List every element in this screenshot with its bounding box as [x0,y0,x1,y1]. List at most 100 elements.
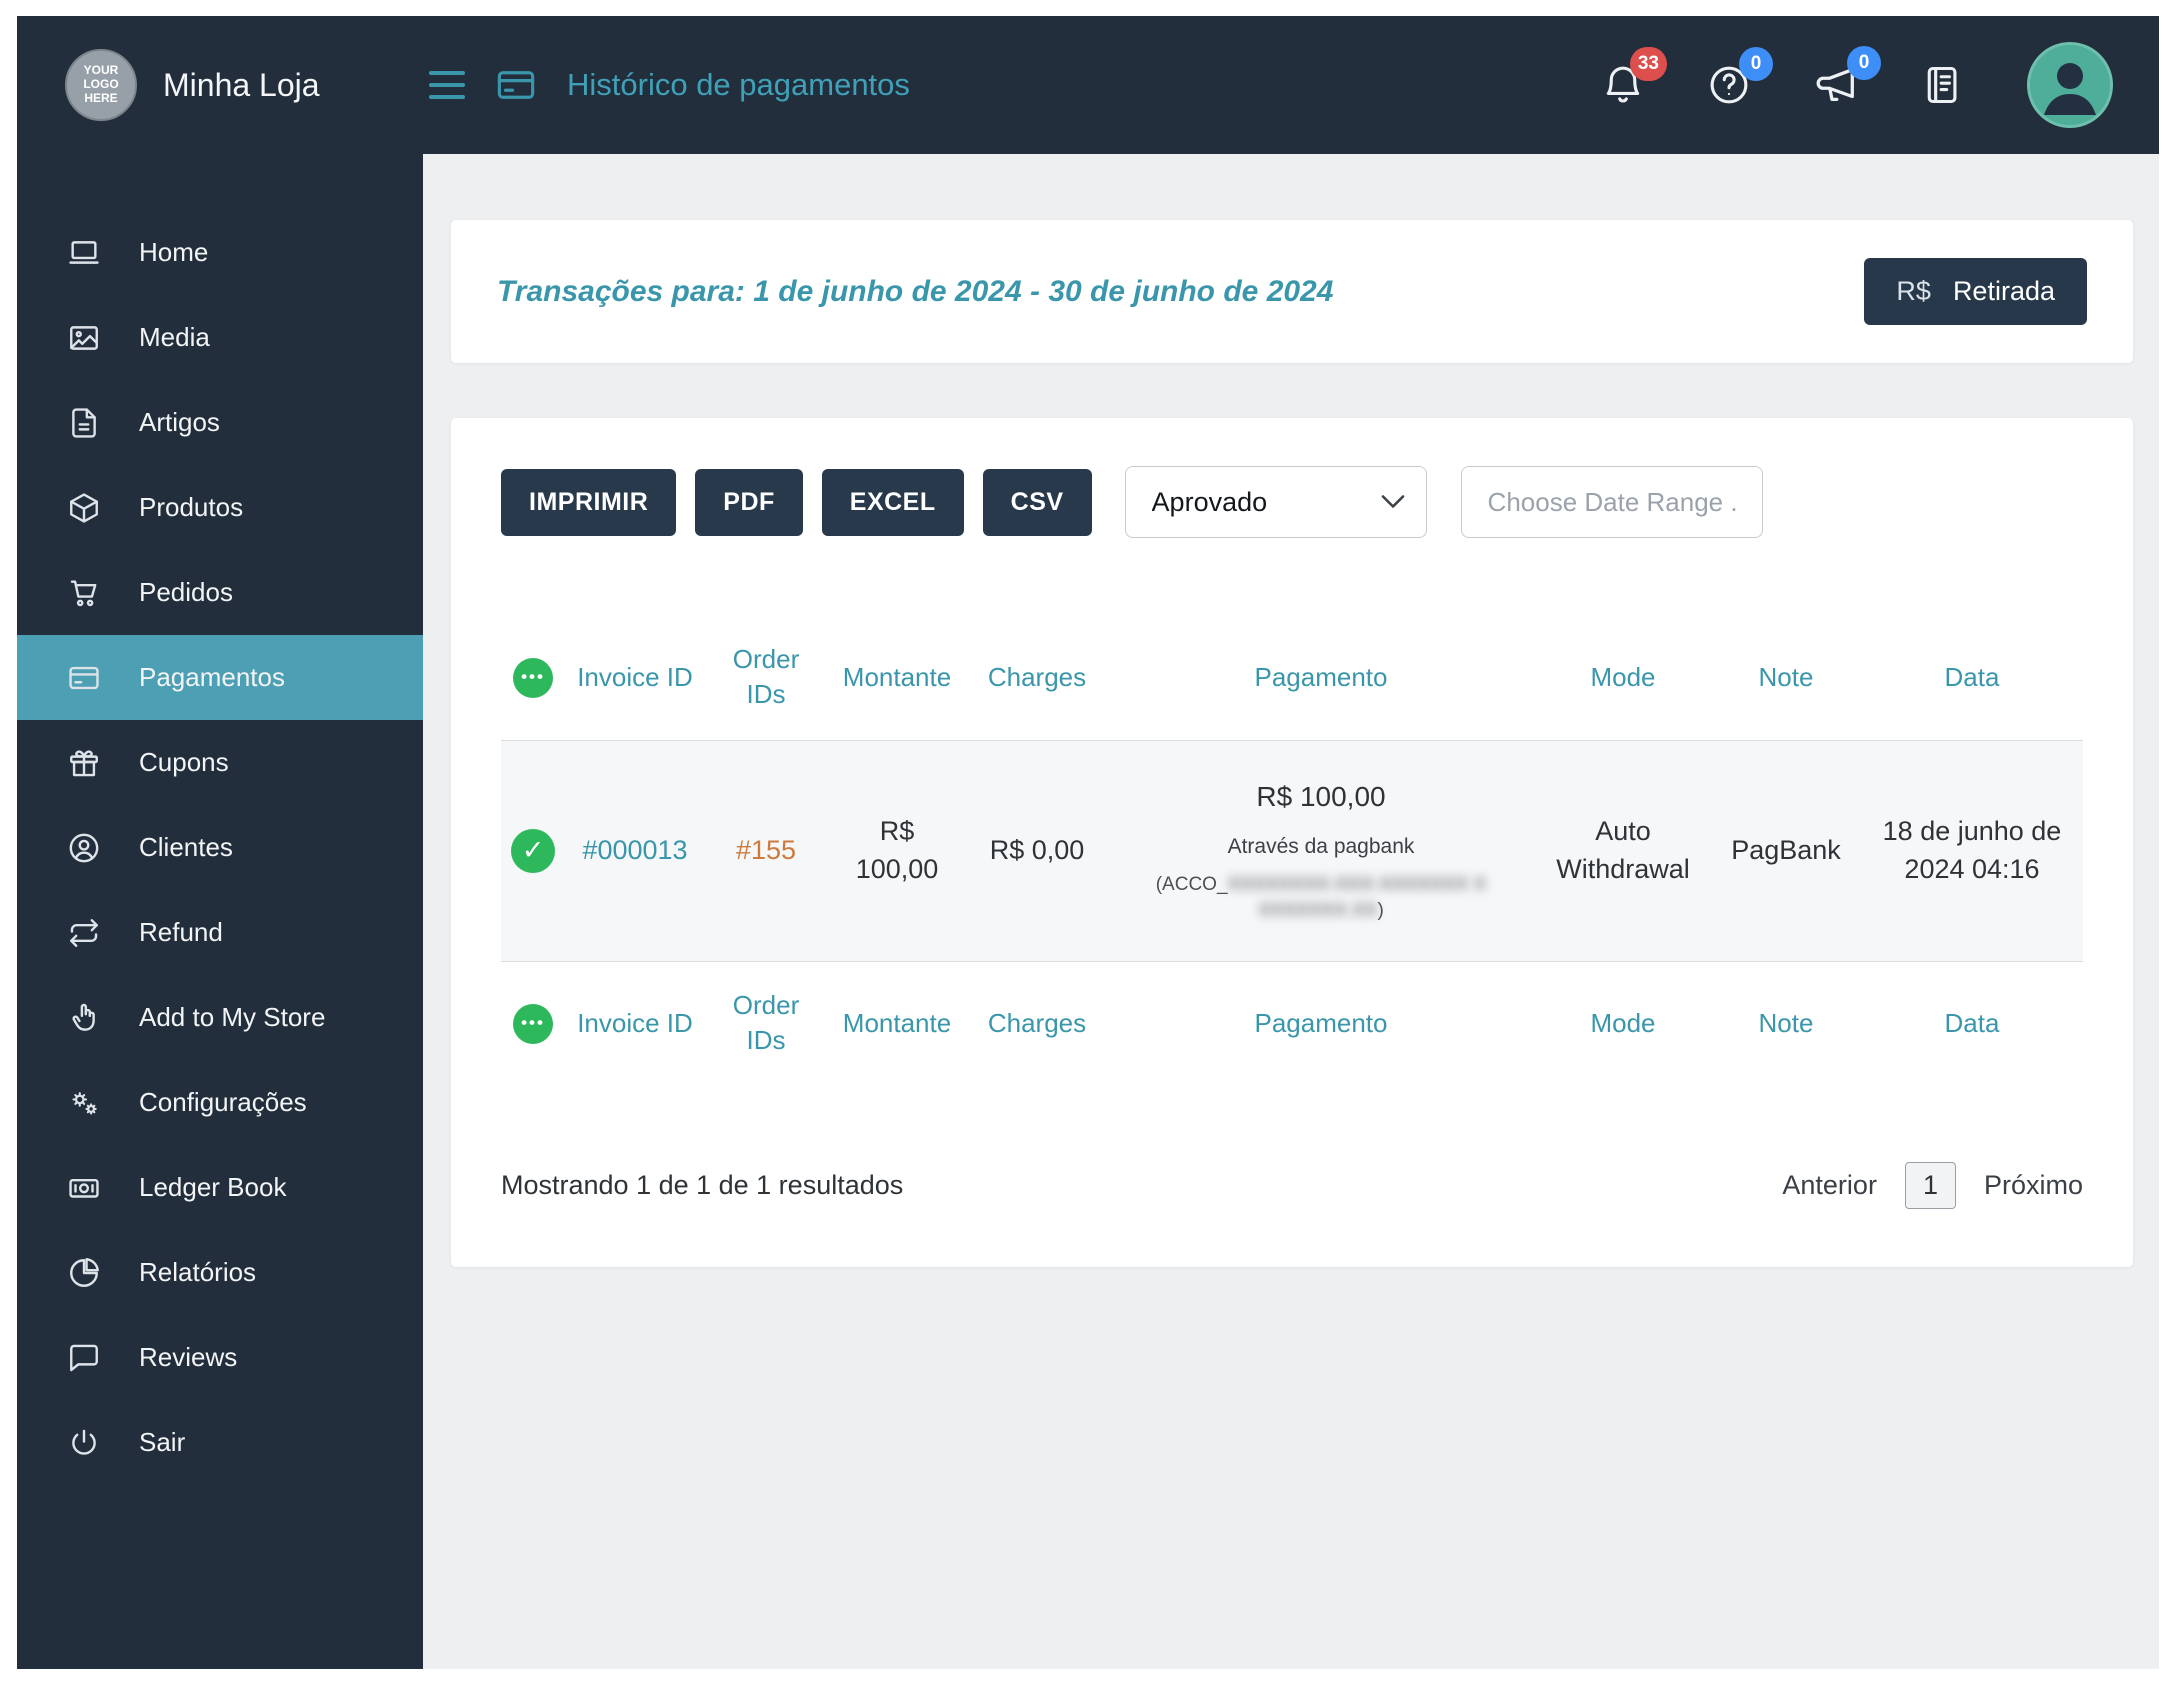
sidebar-item-clientes[interactable]: Clientes [17,805,423,890]
sidebar-item-ledger-book[interactable]: Ledger Book [17,1145,423,1230]
column-header-invoice-id: Invoice ID [577,661,693,692]
payment-amount: R$ 100,00 [1256,781,1386,813]
footer-header-pagamento: Pagamento [1254,1007,1388,1038]
column-header-pagamento: Pagamento [1254,661,1388,692]
sidebar-item-label: Configurações [139,1087,307,1117]
withdraw-currency: R$ [1896,276,1931,306]
sidebar-item-label: Sair [139,1427,186,1457]
home-icon [67,236,101,270]
store-name: Minha Loja [163,66,320,103]
results-summary: Mostrando 1 de 1 de 1 resultados [501,1170,904,1201]
pagamento-cell: R$ 100,00 Através da pagbank (ACCO_XXXXX… [1107,741,1535,962]
column-header-montante: Montante [842,661,952,692]
settings-icon [67,1086,101,1120]
sidebar-item-label: Cupons [139,747,229,777]
redacted-account-number: XXXXXXXX-XXX-XXXXXXX XXXXXXXX.XX [1227,873,1487,922]
screen: YOUR LOGO HERE Minha Loja Histórico de p… [0,0,2176,1690]
sidebar-item-pagamentos[interactable]: Pagamentos [17,635,423,720]
user-avatar[interactable] [2027,42,2113,128]
invoice-id-cell: #000013 [565,741,705,962]
next-page-button[interactable]: Próximo [1984,1170,2083,1201]
products-icon [67,491,101,525]
sidebar-item-add-to-my-store[interactable]: Add to My Store [17,975,423,1060]
sidebar-item-label: Artigos [139,407,220,437]
app-window: YOUR LOGO HERE Minha Loja Histórico de p… [17,16,2159,1669]
order-id-link[interactable]: #155 [736,835,796,865]
payments-title-icon [495,64,537,106]
footer-header-charges: Charges [987,1007,1087,1038]
sidebar-item-label: Reviews [139,1342,238,1372]
transactions-period-title: Transações para: 1 de junho de 2024 - 30… [497,274,1334,308]
sidebar-item-pedidos[interactable]: Pedidos [17,550,423,635]
sidebar-item-label: Add to My Store [139,1002,326,1032]
sidebar-item-refund[interactable]: Refund [17,890,423,975]
coupons-icon [67,746,101,780]
articles-icon [67,406,101,440]
print-button[interactable]: IMPRIMIR [501,468,677,536]
sidebar-item-label: Produtos [139,492,244,522]
invoice-id-link[interactable]: #000013 [582,835,687,865]
journal-button[interactable] [1921,63,1965,107]
orders-icon [67,576,101,610]
csv-button[interactable]: CSV [982,468,1092,536]
previous-page-button[interactable]: Anterior [1782,1170,1877,1201]
sidebar-item-reviews[interactable]: Reviews [17,1315,423,1400]
announcements-badge: 0 [1847,46,1881,80]
notifications-button[interactable]: 33 [1601,47,1667,107]
sidebar-item-produtos[interactable]: Produtos [17,465,423,550]
check-circle-icon: ✓ [511,829,555,874]
page-head: Histórico de pagamentos [429,64,910,106]
row-status-cell: ✓ [501,741,565,962]
withdraw-button[interactable]: R$ Retirada [1864,258,2087,325]
mode-cell: Auto Withdrawal [1556,816,1690,885]
sidebar-item-media[interactable]: Media [17,295,423,380]
date-cell: 18 de junho de 2024 04:16 [1882,816,2062,885]
footer-header-note: Note [1758,1007,1814,1038]
withdraw-label: Retirada [1952,276,2055,306]
sidebar-item-configuracoes[interactable]: Configurações [17,1060,423,1145]
hand-icon [67,1001,101,1035]
sidebar-item-artigos[interactable]: Artigos [17,380,423,465]
customers-icon [67,831,101,865]
store-brand[interactable]: YOUR LOGO HERE Minha Loja [65,49,407,121]
payment-via: Através da pagbank [1227,835,1415,859]
column-header-mode: Mode [1590,661,1656,692]
store-logo-text: YOUR LOGO HERE [83,63,119,105]
pagination: Anterior 1 Próximo [1782,1162,2083,1210]
refund-icon [67,916,101,950]
charges-cell: R$ 0,00 [989,835,1085,866]
footer-header-mode: Mode [1590,1007,1656,1038]
store-logo: YOUR LOGO HERE [65,49,137,121]
sidebar-item-label: Pedidos [139,577,233,607]
sidebar-item-sair[interactable]: Sair [17,1400,423,1485]
help-badge: 0 [1739,47,1773,81]
payments-table-card: IMPRIMIR PDF EXCEL CSV Aprovado Choose D… [451,418,2133,1268]
columns-toggle-icon-footer: ••• [513,1003,553,1044]
sidebar-item-relatorios[interactable]: Relatórios [17,1230,423,1315]
sidebar-toggle[interactable] [429,71,465,99]
sidebar-item-home[interactable]: Home [17,210,423,295]
column-header-charges: Charges [987,661,1087,692]
sidebar: Home Media Artigos Produtos Pedidos Paga [17,154,423,1669]
sidebar-item-cupons[interactable]: Cupons [17,720,423,805]
column-header-note: Note [1758,661,1814,692]
content-area: Transações para: 1 de junho de 2024 - 30… [423,154,2159,1669]
excel-button[interactable]: EXCEL [821,468,964,536]
reports-icon [67,1256,101,1290]
announcements-button[interactable]: 0 [1813,46,1881,108]
date-range-input[interactable] [1460,466,1763,538]
help-button[interactable]: 0 [1707,47,1773,107]
current-page-button[interactable]: 1 [1904,1162,1956,1210]
status-filter-select[interactable]: Aprovado [1124,466,1427,538]
order-ids-cell: #155 [705,741,827,962]
footer-header-data: Data [1944,1007,2000,1038]
payments-icon [67,661,101,695]
table-footer-header-row: ••• Invoice ID Order IDs Montante Charge… [501,961,2083,1070]
sidebar-item-label: Media [139,322,210,352]
ledger-icon [67,1171,101,1205]
top-actions: 33 0 0 [1601,42,2113,128]
page-title: Histórico de pagamentos [567,67,910,102]
footer-header-order-ids: Order IDs [732,989,800,1056]
payment-account: (ACCO_XXXXXXXX-XXX-XXXXXXX XXXXXXXX.XX) [1155,873,1487,922]
pdf-button[interactable]: PDF [695,468,803,536]
